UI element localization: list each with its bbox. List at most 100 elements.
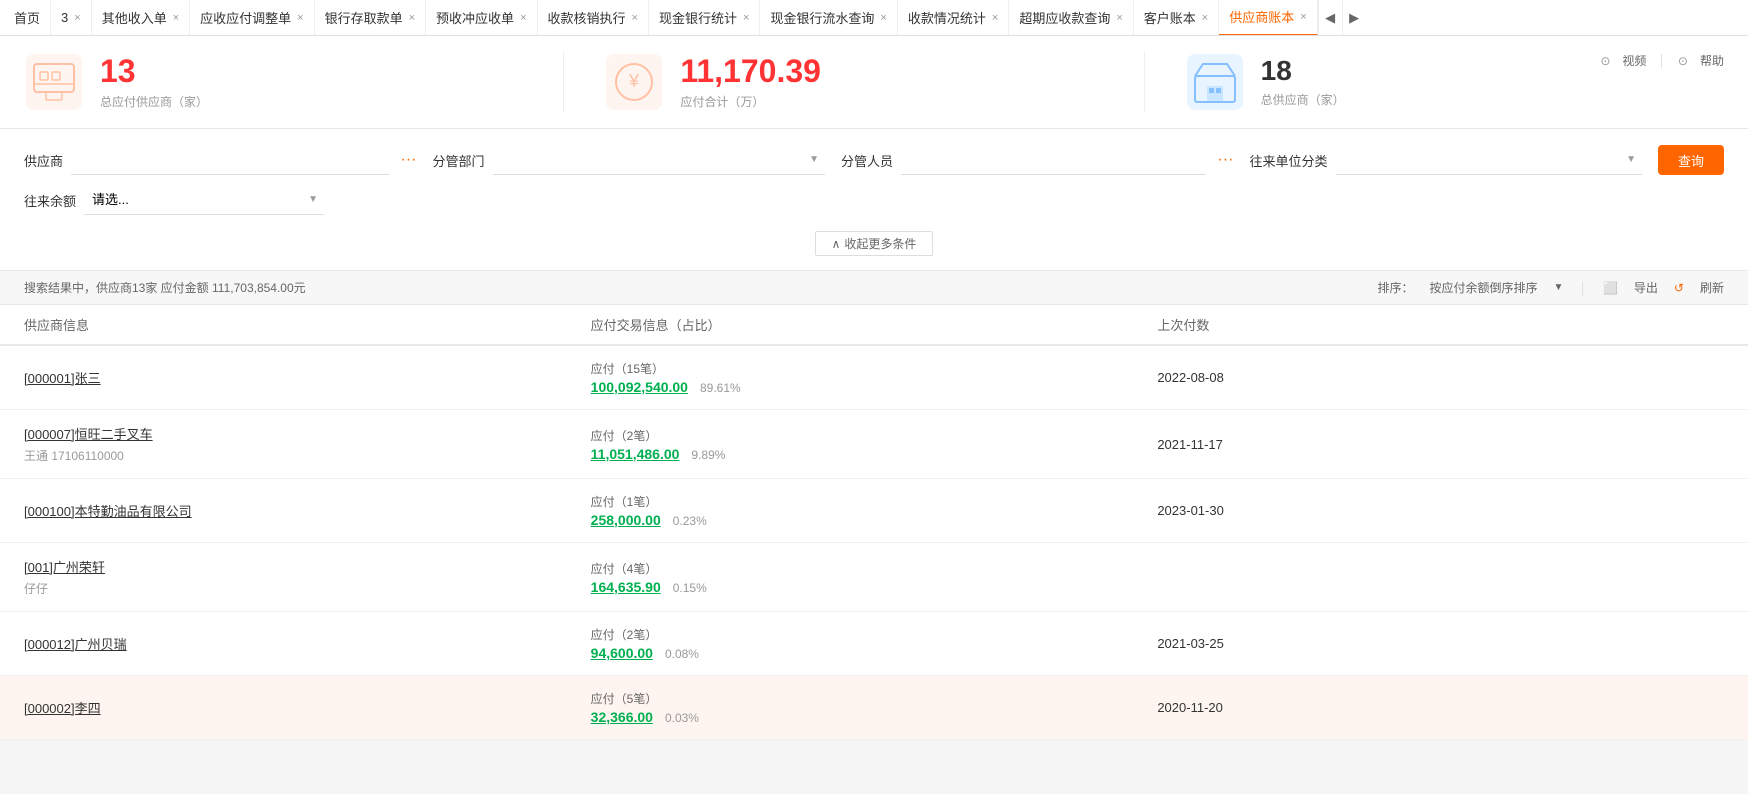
nav-payment-verify-label: 收款核销执行 [548, 8, 626, 27]
supplier-link-3[interactable]: [001]广州荣轩 [24, 560, 105, 575]
category-select[interactable] [1336, 145, 1642, 175]
nav-overdue-ar-close[interactable]: × [1116, 12, 1122, 24]
nav-other-income[interactable]: 其他收入单 × [92, 0, 190, 36]
nav-cash-flow-query-close[interactable]: × [880, 12, 886, 24]
nav-other-income-close[interactable]: × [173, 12, 179, 24]
trade-percent-2: 0.23% [673, 514, 707, 528]
nav-supplier-ledger-close[interactable]: × [1300, 11, 1306, 23]
refresh-button[interactable]: 刷新 [1700, 279, 1724, 296]
balance-select-wrapper: 请选... ▼ [84, 185, 324, 215]
nav-overdue-ar[interactable]: 超期应收款查询 × [1009, 0, 1133, 36]
trade-label-3: 应付（4笔） [591, 560, 1158, 577]
nav-bar: 首页 3 × 其他收入单 × 应收应付调整单 × 银行存取款单 × 预收冲应收单… [0, 0, 1748, 36]
nav-prepay-ar-label: 预收冲应收单 [436, 8, 514, 27]
help-link[interactable]: 帮助 [1700, 52, 1724, 69]
nav-cash-flow-query[interactable]: 现金银行流水查询 × [760, 0, 897, 36]
nav-payment-stats[interactable]: 收款情况统计 × [898, 0, 1009, 36]
nav-ar-ap-adjust-close[interactable]: × [297, 12, 303, 24]
person-dots-btn[interactable]: ··· [1218, 151, 1234, 169]
dept-select[interactable] [493, 145, 825, 175]
nav-prepay-ar[interactable]: 预收冲应收单 × [426, 0, 537, 36]
nav-payment-stats-close[interactable]: × [992, 12, 998, 24]
trade-amount-2[interactable]: 258,000.00 [591, 512, 661, 528]
last-pay-0: 2022-08-08 [1157, 370, 1224, 385]
nav-bank-deposit[interactable]: 银行存取款单 × [315, 0, 426, 36]
supplier-dots-btn[interactable]: ··· [401, 151, 417, 169]
trade-cell-0: 应付（15笔） 100,092,540.00 89.61% [591, 360, 1158, 395]
supplier-link-5[interactable]: [000002]李四 [24, 701, 101, 716]
nav-tab3[interactable]: 3 × [51, 0, 92, 36]
nav-arrow-left[interactable]: ◀ [1318, 0, 1342, 36]
collapse-button[interactable]: ∧ 收起更多条件 [815, 231, 934, 256]
trade-amount-0[interactable]: 100,092,540.00 [591, 379, 688, 395]
export-button[interactable]: 导出 [1634, 279, 1658, 296]
nav-prepay-ar-close[interactable]: × [520, 12, 526, 24]
nav-customer-ledger-close[interactable]: × [1202, 12, 1208, 24]
supplier-link-0[interactable]: [000001]张三 [24, 371, 101, 386]
nav-supplier-ledger[interactable]: 供应商账本 × [1219, 0, 1317, 36]
trade-amount-4[interactable]: 94,600.00 [591, 645, 653, 661]
stat-label-supplier: 总应付供应商（家） [100, 93, 208, 110]
supplier-link-1[interactable]: [000007]恒旺二手叉车 [24, 427, 153, 442]
trade-amount-3[interactable]: 164,635.90 [591, 579, 661, 595]
nav-supplier-ledger-label: 供应商账本 [1229, 7, 1294, 26]
nav-cash-bank-stats-close[interactable]: × [743, 12, 749, 24]
nav-ar-ap-adjust[interactable]: 应收应付调整单 × [190, 0, 314, 36]
query-button[interactable]: 查询 [1658, 145, 1724, 175]
trade-amount-1[interactable]: 11,051,486.00 [591, 446, 680, 462]
lastpay-cell-1: 2021-11-17 [1157, 437, 1724, 452]
nav-customer-ledger-label: 客户账本 [1144, 8, 1196, 27]
lastpay-cell-2: 2023-01-30 [1157, 503, 1724, 518]
stat-block-supplier: 13 总应付供应商（家） [24, 52, 563, 112]
lastpay-cell-0: 2022-08-08 [1157, 370, 1724, 385]
person-input[interactable] [901, 145, 1206, 175]
trade-row-5: 32,366.00 0.03% [591, 709, 1158, 725]
video-link[interactable]: 视频 [1622, 52, 1646, 69]
nav-payment-verify[interactable]: 收款核销执行 × [538, 0, 649, 36]
nav-overdue-ar-label: 超期应收款查询 [1019, 8, 1110, 27]
last-pay-5: 2020-11-20 [1157, 700, 1223, 715]
supplier-sub-3: 仔仔 [24, 580, 591, 597]
nav-bank-deposit-label: 银行存取款单 [325, 8, 403, 27]
supplier-filter-label: 供应商 [24, 151, 63, 170]
trade-cell-4: 应付（2笔） 94,600.00 0.08% [591, 626, 1158, 661]
nav-tab3-label: 3 [61, 10, 68, 25]
supplier-link-4[interactable]: [000012]广州贝瑞 [24, 637, 127, 652]
header-actions: ⊙ 视频 │ ⊙ 帮助 [1600, 52, 1724, 69]
nav-tab3-close[interactable]: × [74, 12, 80, 24]
nav-home[interactable]: 首页 [4, 0, 51, 36]
stat-text-total: 18 总供应商（家） [1261, 56, 1345, 108]
collapse-button-label: 收起更多条件 [844, 235, 916, 252]
supplier-link-2[interactable]: [000100]本特勤油品有限公司 [24, 504, 192, 519]
sort-value[interactable]: 按应付余额倒序排序 [1430, 279, 1538, 296]
person-filter-label: 分管人员 [841, 151, 893, 170]
svg-text:¥: ¥ [628, 71, 640, 91]
trade-amount-5[interactable]: 32,366.00 [591, 709, 653, 725]
supplier-input[interactable] [71, 145, 389, 175]
sort-dropdown-icon[interactable]: ▼ [1554, 282, 1564, 293]
nav-customer-ledger[interactable]: 客户账本 × [1134, 0, 1219, 36]
trade-cell-5: 应付（5笔） 32,366.00 0.03% [591, 690, 1158, 725]
result-actions: 排序： 按应付余额倒序排序 ▼ │ ⬜ 导出 ↺ 刷新 [1378, 279, 1724, 296]
sort-label: 排序： [1378, 279, 1414, 296]
filter-row-2: 往来余额 请选... ▼ [24, 185, 324, 215]
nav-cash-flow-query-label: 现金银行流水查询 [770, 8, 874, 27]
nav-cash-bank-stats[interactable]: 现金银行统计 × [649, 0, 760, 36]
stat-label-total: 总供应商（家） [1261, 91, 1345, 108]
col-header-trade: 应付交易信息（占比） [591, 315, 1158, 334]
dept-select-wrapper: ▼ [493, 145, 825, 175]
money-icon: ¥ [604, 52, 664, 112]
nav-bank-deposit-close[interactable]: × [409, 12, 415, 24]
trade-percent-1: 9.89% [691, 448, 725, 462]
supplier-sub-1: 王通 17106110000 [24, 447, 591, 464]
lastpay-cell-5: 2020-11-20 [1157, 700, 1724, 715]
trade-row-4: 94,600.00 0.08% [591, 645, 1158, 661]
col-header-lastpay: 上次付数 [1157, 315, 1724, 334]
trade-label-5: 应付（5笔） [591, 690, 1158, 707]
nav-arrow-right[interactable]: ▶ [1342, 0, 1366, 36]
nav-payment-verify-close[interactable]: × [632, 12, 638, 24]
trade-label-0: 应付（15笔） [591, 360, 1158, 377]
balance-select[interactable]: 请选... [84, 185, 324, 215]
stat-number-total: 18 [1261, 56, 1345, 87]
nav-cash-bank-stats-label: 现金银行统计 [659, 8, 737, 27]
